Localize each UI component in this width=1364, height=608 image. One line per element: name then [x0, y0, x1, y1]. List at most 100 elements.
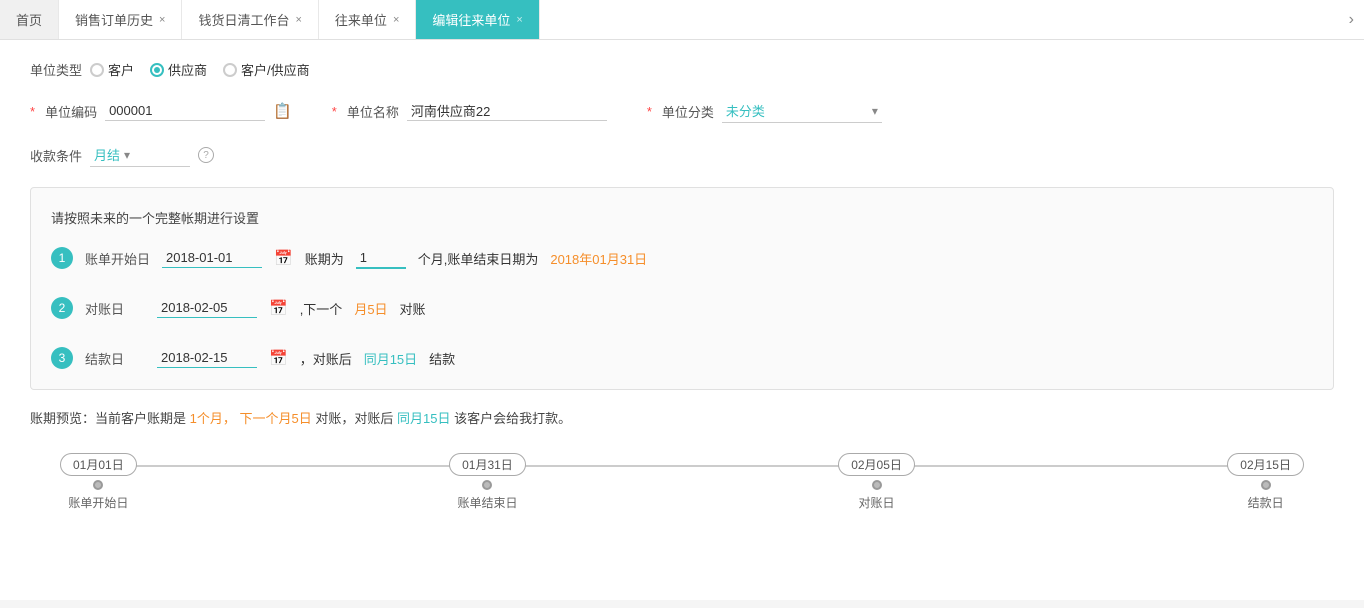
timeline-badge-4: 02月15日 — [1227, 453, 1304, 476]
radio-supplier[interactable]: 供应商 — [150, 60, 207, 79]
document-icon[interactable]: 📋 — [273, 102, 292, 120]
step-3-label: 结款日 — [85, 349, 145, 368]
step-1-number: 1 — [51, 247, 73, 269]
step-1-row: 1 账单开始日 📅 账期为 个月,账单结束日期为 2018年01月31日 — [51, 247, 1313, 269]
preview-label: 账期预览：当前客户账期是 — [30, 411, 186, 426]
radio-customer[interactable]: 客户 — [90, 60, 134, 79]
payment-terms-value: 月结 — [94, 145, 120, 164]
preview-date2: 下一个月5日 — [240, 411, 312, 426]
step-3-date-input[interactable] — [157, 348, 257, 368]
preview-section: 账期预览：当前客户账期是 1个月， 下一个月5日 对账，对账后 同月15日 该客… — [30, 408, 1334, 427]
unit-code-field: * 单位编码 📋 — [30, 101, 292, 121]
unit-category-dropdown[interactable]: 未分类 ▾ — [722, 99, 882, 123]
chevron-down-icon: ▾ — [872, 104, 878, 118]
preview-mid: 对账，对账后 — [315, 411, 393, 426]
tab-units-label: 往来单位 — [335, 10, 387, 29]
tab-cashflow-label: 钱货日清工作台 — [198, 10, 289, 29]
help-icon[interactable]: ? — [198, 147, 214, 163]
step-1-period-unit: 个月,账单结束日期为 — [418, 249, 539, 268]
unit-code-label: 单位编码 — [45, 102, 97, 121]
tab-edit-unit-label: 编辑往来单位 — [432, 10, 510, 29]
calendar-icon-3[interactable]: 📅 — [269, 349, 288, 367]
timeline-node-1: 01月01日 账单开始日 — [60, 453, 137, 511]
radio-circle-supplier — [150, 63, 164, 77]
step-3-row: 3 结款日 📅 ，对账后 同月15日 结款 — [51, 347, 1313, 369]
unit-code-input[interactable] — [105, 101, 265, 121]
step-1-date-input[interactable] — [162, 248, 262, 268]
tab-sales-history-label: 销售订单历史 — [75, 10, 153, 29]
chevron-down-icon: ▾ — [124, 148, 130, 162]
preview-end: 该客户会给我打款。 — [454, 411, 571, 426]
step-2-label: 对账日 — [85, 299, 145, 318]
timeline-wrapper: 01月01日 账单开始日 01月31日 账单结束日 02月05日 对账日 02月… — [30, 443, 1334, 511]
unit-name-field: * 单位名称 — [332, 101, 607, 121]
close-icon[interactable]: × — [295, 14, 301, 26]
close-icon[interactable]: × — [393, 14, 399, 26]
timeline-dot-1 — [93, 480, 103, 490]
tab-edit-unit[interactable]: 编辑往来单位 × — [416, 0, 539, 39]
step-2-suffix-post: 对账 — [400, 299, 426, 318]
unit-details-row: * 单位编码 📋 * 单位名称 * 单位分类 未分类 ▾ — [30, 99, 1334, 123]
tab-home[interactable]: 首页 — [0, 0, 59, 39]
unit-name-label: 单位名称 — [347, 102, 399, 121]
tab-more-button[interactable]: › — [1339, 0, 1364, 39]
step-3-suffix-pre: ，对账后 — [300, 349, 352, 368]
billing-cycle-section: 请按照未来的一个完整帐期进行设置 1 账单开始日 📅 账期为 个月,账单结束日期… — [30, 187, 1334, 390]
preview-period: 1个月， — [190, 411, 236, 426]
tab-home-label: 首页 — [16, 10, 42, 29]
radio-both[interactable]: 客户/供应商 — [223, 60, 310, 79]
calendar-icon-1[interactable]: 📅 — [274, 249, 293, 267]
step-2-number: 2 — [51, 297, 73, 319]
unit-category-value: 未分类 — [726, 101, 765, 120]
step-2-suffix-date: 月5日 — [354, 299, 387, 318]
tab-units[interactable]: 往来单位 × — [319, 0, 416, 39]
timeline-badge-1: 01月01日 — [60, 453, 137, 476]
step-1-period-input[interactable] — [356, 248, 406, 269]
required-star: * — [332, 104, 337, 119]
timeline-node-2: 01月31日 账单结束日 — [449, 453, 526, 511]
payment-terms-field: 收款条件 月结 ▾ ? — [30, 143, 214, 167]
timeline-label-1: 账单开始日 — [68, 494, 128, 511]
payment-terms-label: 收款条件 — [30, 146, 82, 165]
close-icon[interactable]: × — [516, 14, 522, 26]
unit-category-field: * 单位分类 未分类 ▾ — [647, 99, 882, 123]
timeline-badge-2: 01月31日 — [449, 453, 526, 476]
timeline-label-4: 结款日 — [1248, 494, 1284, 511]
timeline-dot-2 — [482, 480, 492, 490]
unit-type-row: 单位类型 客户 供应商 客户/供应商 — [30, 60, 1334, 79]
step-2-suffix-pre: ,下一个 — [300, 299, 343, 318]
close-icon[interactable]: × — [159, 14, 165, 26]
radio-circle-customer — [90, 63, 104, 77]
step-1-period-label: 账期为 — [305, 249, 344, 268]
timeline-label-2: 账单结束日 — [457, 494, 517, 511]
timeline-node-4: 02月15日 结款日 — [1227, 453, 1304, 511]
timeline-badge-3: 02月05日 — [838, 453, 915, 476]
unit-name-input[interactable] — [407, 101, 607, 121]
timeline-label-3: 对账日 — [859, 494, 895, 511]
step-3-number: 3 — [51, 347, 73, 369]
payment-terms-dropdown[interactable]: 月结 ▾ — [90, 143, 190, 167]
required-star: * — [647, 104, 652, 119]
radio-circle-both — [223, 63, 237, 77]
step-1-end-date: 2018年01月31日 — [550, 249, 647, 268]
unit-type-label: 单位类型 — [30, 60, 82, 79]
step-2-date-input[interactable] — [157, 298, 257, 318]
step-2-row: 2 对账日 📅 ,下一个 月5日 对账 — [51, 297, 1313, 319]
unit-category-label: 单位分类 — [662, 102, 714, 121]
radio-supplier-label: 供应商 — [168, 60, 207, 79]
tab-cashflow[interactable]: 钱货日清工作台 × — [182, 0, 318, 39]
payment-terms-row: 收款条件 月结 ▾ ? — [30, 143, 1334, 167]
section-instruction: 请按照未来的一个完整帐期进行设置 — [51, 208, 1313, 227]
radio-both-label: 客户/供应商 — [241, 60, 310, 79]
radio-customer-label: 客户 — [108, 60, 134, 79]
tab-bar: 首页 销售订单历史 × 钱货日清工作台 × 往来单位 × 编辑往来单位 × › — [0, 0, 1364, 40]
timeline-dot-3 — [872, 480, 882, 490]
unit-type-radio-group: 客户 供应商 客户/供应商 — [90, 60, 310, 79]
tab-sales-history[interactable]: 销售订单历史 × — [59, 0, 182, 39]
step-3-suffix-date: 同月15日 — [364, 349, 417, 368]
unit-type-field: 单位类型 客户 供应商 客户/供应商 — [30, 60, 310, 79]
calendar-icon-2[interactable]: 📅 — [269, 299, 288, 317]
preview-date3: 同月15日 — [397, 411, 450, 426]
timeline-nodes: 01月01日 账单开始日 01月31日 账单结束日 02月05日 对账日 02月… — [60, 453, 1304, 511]
timeline-dot-4 — [1261, 480, 1271, 490]
